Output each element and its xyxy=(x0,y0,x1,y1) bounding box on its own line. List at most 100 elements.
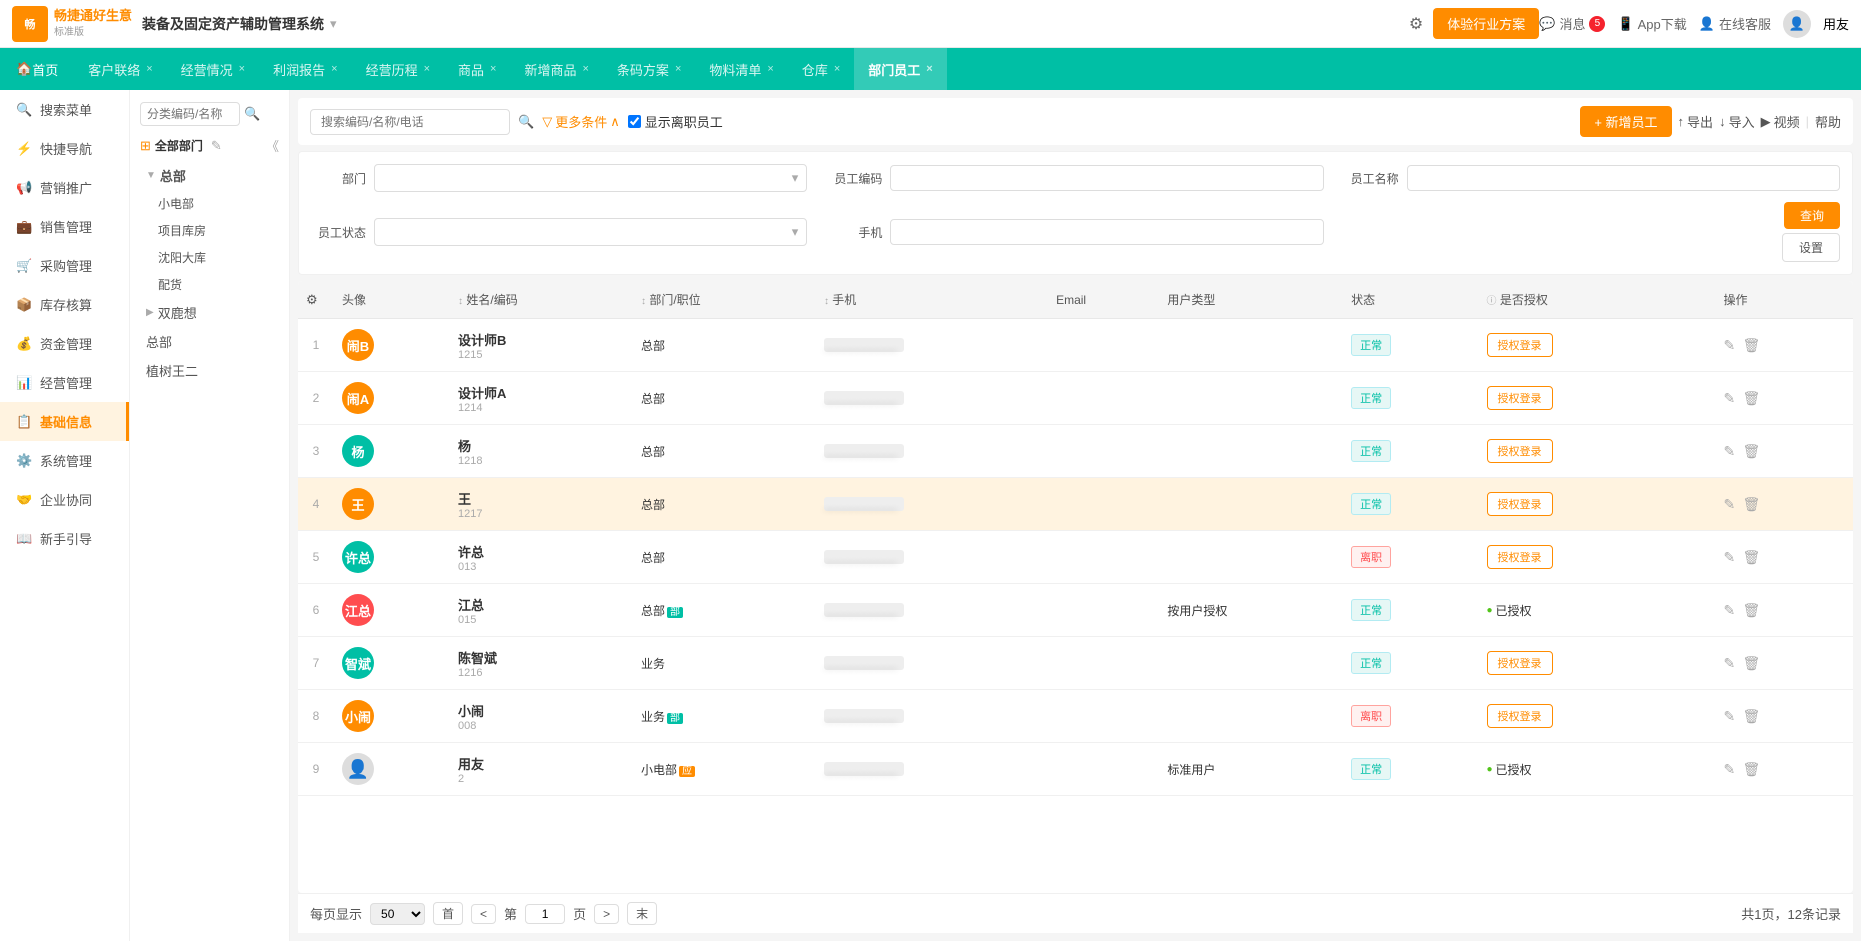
tab-close-icon[interactable]: × xyxy=(926,63,932,75)
dept-node-shenyang[interactable]: 沈阳大库 xyxy=(130,244,289,271)
tab-close-icon[interactable]: × xyxy=(675,63,681,75)
dept-search-input[interactable] xyxy=(140,102,240,126)
edit-icon[interactable]: ✎ xyxy=(1723,390,1735,406)
edit-icon[interactable]: ✎ xyxy=(1723,337,1735,353)
dept-node-zongbu2[interactable]: 总部 xyxy=(130,327,289,356)
auth-button[interactable]: 授权登录 xyxy=(1487,439,1553,463)
edit-dept-icon[interactable]: ✎ xyxy=(211,138,222,154)
collapse-dept-icon[interactable]: 《 xyxy=(266,136,279,155)
dept-node-zhishu[interactable]: 植树王二 xyxy=(130,356,289,385)
edit-icon[interactable]: ✎ xyxy=(1723,443,1735,459)
edit-icon[interactable]: ✎ xyxy=(1723,602,1735,618)
dept-node-xiaodian[interactable]: 小电部 xyxy=(130,190,289,217)
tab-close-icon[interactable]: × xyxy=(239,63,245,75)
edit-icon[interactable]: ✎ xyxy=(1723,496,1735,512)
add-employee-button[interactable]: + 新增员工 xyxy=(1580,106,1671,137)
tab-close-icon[interactable]: × xyxy=(490,63,496,75)
edit-icon[interactable]: ✎ xyxy=(1723,549,1735,565)
row-auth[interactable]: 已授权 xyxy=(1479,743,1677,796)
view-button[interactable]: ▶ 视频 xyxy=(1761,112,1800,131)
tab-close-icon[interactable]: × xyxy=(331,63,337,75)
status-filter-select[interactable]: ▾ xyxy=(374,218,807,246)
help-button[interactable]: 帮助 xyxy=(1815,112,1841,131)
dept-filter-select[interactable]: ▾ xyxy=(374,164,807,192)
row-auth[interactable]: 授权登录 xyxy=(1479,531,1677,584)
sidebar-item-inventory[interactable]: 📦 库存核算 xyxy=(0,285,129,324)
delete-icon[interactable]: 🗑 xyxy=(1743,708,1761,724)
sidebar-item-search[interactable]: 🔍 搜索菜单 xyxy=(0,90,129,129)
tab-operation[interactable]: 经营情况 × xyxy=(167,48,259,90)
sidebar-item-guide[interactable]: 📖 新手引导 xyxy=(0,519,129,558)
row-auth[interactable]: 已授权 xyxy=(1479,584,1677,637)
row-auth[interactable]: 授权登录 xyxy=(1479,372,1677,425)
first-page-button[interactable]: 首 xyxy=(433,902,463,925)
row-auth[interactable]: 授权登录 xyxy=(1479,319,1677,372)
dept-node-xiangmu[interactable]: 项目库房 xyxy=(130,217,289,244)
reset-button[interactable]: 设置 xyxy=(1782,233,1840,262)
next-page-button[interactable]: > xyxy=(594,904,619,924)
tab-close-icon[interactable]: × xyxy=(582,63,588,75)
delete-icon[interactable]: 🗑 xyxy=(1743,496,1761,512)
col-setting[interactable]: ⚙ xyxy=(298,281,334,319)
sidebar-item-purchase[interactable]: 🛒 采购管理 xyxy=(0,246,129,285)
dept-search-icon[interactable]: 🔍 xyxy=(244,106,260,122)
prev-page-button[interactable]: < xyxy=(471,904,496,924)
tab-customer[interactable]: 客户联络 × xyxy=(74,48,166,90)
search-action-button[interactable]: 查询 xyxy=(1784,202,1840,229)
more-filter-button[interactable]: ▽ 更多条件 ∧ xyxy=(542,112,620,131)
last-page-button[interactable]: 末 xyxy=(627,902,657,925)
sidebar-item-quick[interactable]: ⚡ 快捷导航 xyxy=(0,129,129,168)
tab-bom[interactable]: 物料清单 × xyxy=(695,48,787,90)
auth-button[interactable]: 授权登录 xyxy=(1487,545,1553,569)
tab-close-icon[interactable]: × xyxy=(834,63,840,75)
auth-button[interactable]: 授权登录 xyxy=(1487,492,1553,516)
resign-checkbox-input[interactable] xyxy=(628,115,641,128)
tab-add-goods[interactable]: 新增商品 × xyxy=(510,48,602,90)
tab-goods[interactable]: 商品 × xyxy=(444,48,510,90)
delete-icon[interactable]: 🗑 xyxy=(1743,549,1761,565)
empname-input[interactable] xyxy=(1407,165,1840,191)
row-auth[interactable]: 授权登录 xyxy=(1479,637,1677,690)
auth-button[interactable]: 授权登录 xyxy=(1487,651,1553,675)
col-setting-icon[interactable]: ⚙ xyxy=(306,292,318,307)
sidebar-item-finance[interactable]: 💰 资金管理 xyxy=(0,324,129,363)
gear-icon[interactable]: ⚙ xyxy=(1409,14,1423,34)
message-button[interactable]: 💬 消息 5 xyxy=(1539,14,1605,33)
dept-node-peihuo[interactable]: 配货 xyxy=(130,271,289,298)
import-button[interactable]: ↓ 导入 xyxy=(1719,112,1755,131)
sidebar-item-sales[interactable]: 💼 销售管理 xyxy=(0,207,129,246)
edit-icon[interactable]: ✎ xyxy=(1723,761,1735,777)
tab-profit[interactable]: 利润报告 × xyxy=(259,48,351,90)
auth-button[interactable]: 授权登录 xyxy=(1487,704,1553,728)
app-download-button[interactable]: 📱 App下载 xyxy=(1617,14,1686,33)
auth-button[interactable]: 授权登录 xyxy=(1487,386,1553,410)
tab-warehouse[interactable]: 仓库 × xyxy=(788,48,854,90)
page-size-select[interactable]: 50 20 100 xyxy=(370,903,425,925)
row-auth[interactable]: 授权登录 xyxy=(1479,478,1677,531)
sidebar-item-basic[interactable]: 📋 基础信息 xyxy=(0,402,129,441)
delete-icon[interactable]: 🗑 xyxy=(1743,390,1761,406)
phone-input[interactable] xyxy=(890,219,1323,245)
dropdown-arrow[interactable]: ▾ xyxy=(330,16,337,32)
online-service-button[interactable]: 👤 在线客服 xyxy=(1699,14,1771,33)
search-input[interactable] xyxy=(310,109,510,135)
dept-node-zongbu[interactable]: ▼ 总部 xyxy=(130,161,289,190)
dept-node-shuanglu[interactable]: ▶ 双鹿想 xyxy=(130,298,289,327)
tab-department[interactable]: 部门员工 × xyxy=(854,48,946,90)
page-number-input[interactable] xyxy=(525,904,565,924)
empcode-input[interactable] xyxy=(890,165,1323,191)
edit-icon[interactable]: ✎ xyxy=(1723,655,1735,671)
tab-close-icon[interactable]: × xyxy=(767,63,773,75)
export-button[interactable]: ↑ 导出 xyxy=(1678,112,1714,131)
sidebar-item-collab[interactable]: 🤝 企业协同 xyxy=(0,480,129,519)
edit-icon[interactable]: ✎ xyxy=(1723,708,1735,724)
tab-barcode[interactable]: 条码方案 × xyxy=(603,48,695,90)
search-icon-button[interactable]: 🔍 xyxy=(518,114,534,130)
show-resign-checkbox[interactable]: 显示离职员工 xyxy=(628,112,723,131)
sidebar-item-mgmt[interactable]: 📊 经营管理 xyxy=(0,363,129,402)
tab-close-icon[interactable]: × xyxy=(146,63,152,75)
avatar[interactable]: 👤 xyxy=(1783,10,1811,38)
sidebar-item-system[interactable]: ⚙️ 系统管理 xyxy=(0,441,129,480)
try-industry-button[interactable]: 体验行业方案 xyxy=(1433,8,1539,39)
delete-icon[interactable]: 🗑 xyxy=(1743,655,1761,671)
